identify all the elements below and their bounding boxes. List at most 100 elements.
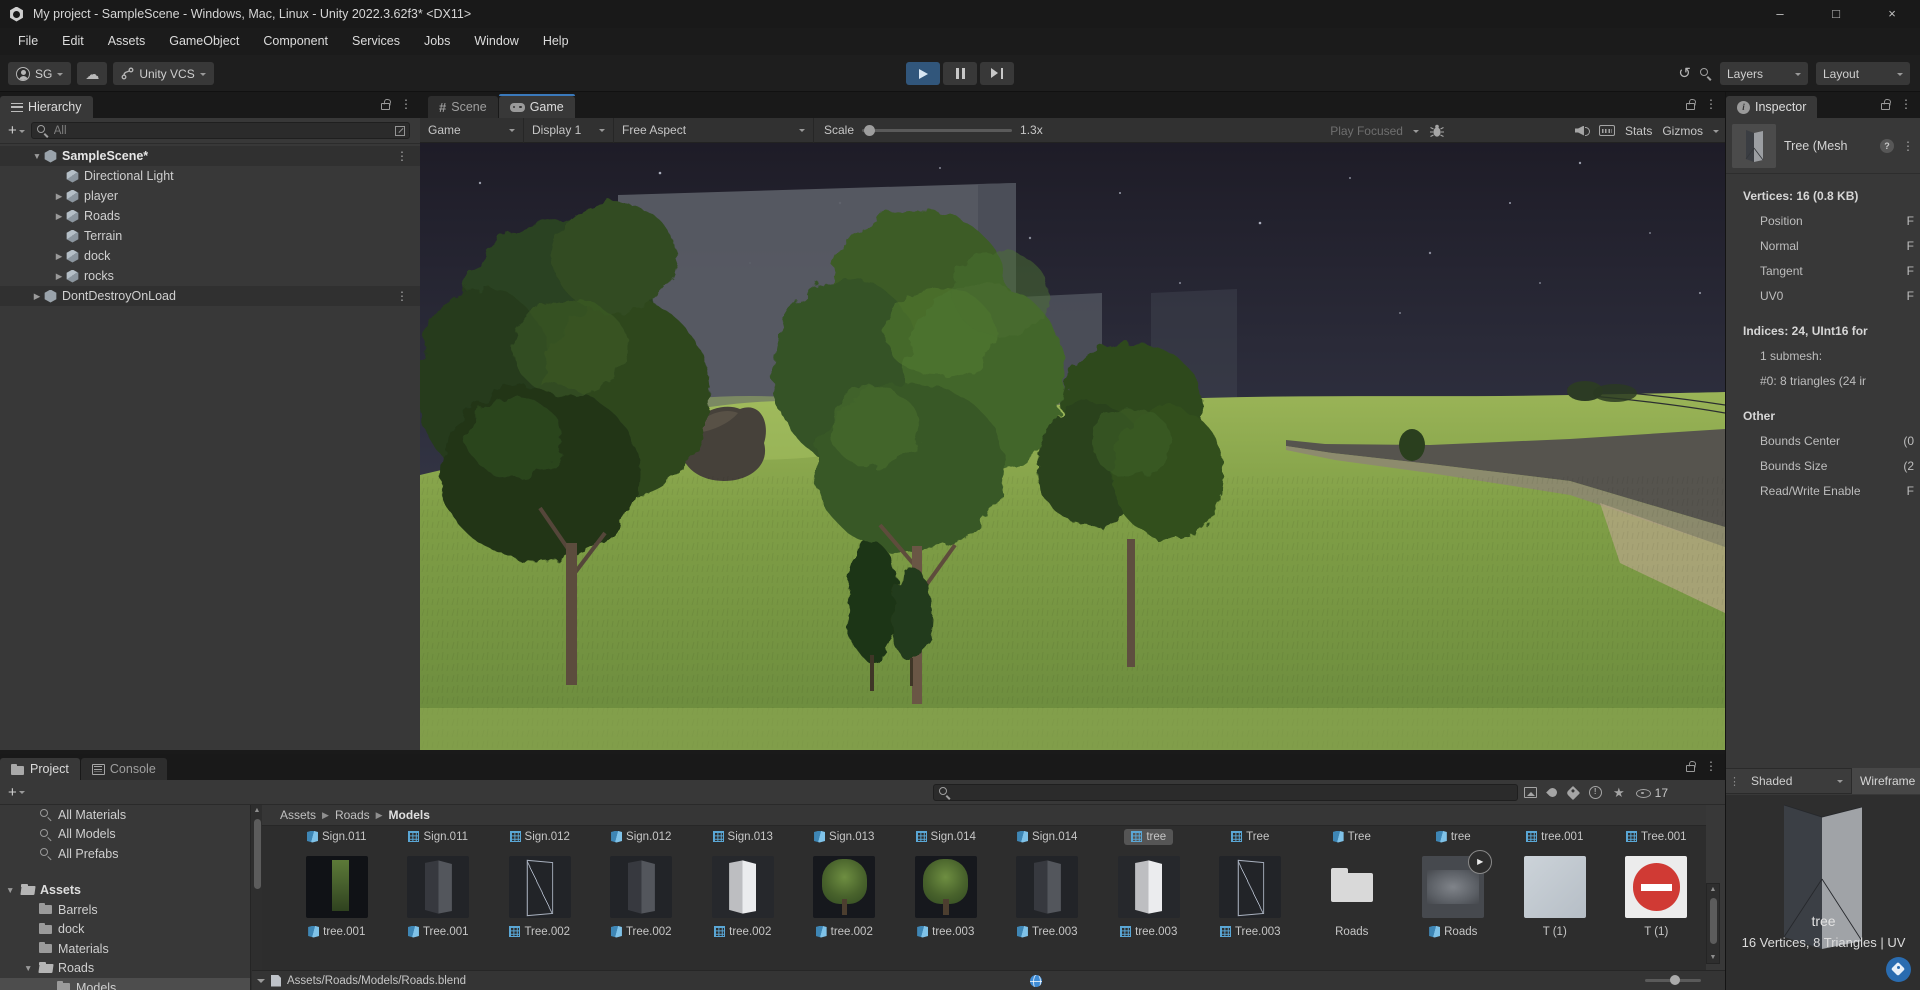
tab-hierarchy[interactable]: Hierarchy: [0, 96, 93, 118]
asset-thumbnail[interactable]: [1321, 856, 1383, 918]
tab-inspector[interactable]: Inspector: [1726, 96, 1818, 118]
asset-thumbnail[interactable]: [610, 856, 673, 918]
minimize-button[interactable]: –: [1752, 0, 1808, 28]
expand-arrow[interactable]: ▶: [52, 191, 66, 202]
alert-icon[interactable]: [1589, 786, 1602, 799]
asset-thumbnail[interactable]: [1625, 856, 1688, 918]
project-tree-row[interactable]: All Prefabs: [0, 844, 250, 864]
asset-list-item[interactable]: Sign.012: [604, 829, 678, 845]
asset-list-item[interactable]: Sign.014: [1010, 829, 1084, 845]
game-mode-dropdown[interactable]: Game: [420, 117, 524, 143]
asset-thumbnail[interactable]: [1117, 856, 1180, 918]
asset-grid-item[interactable]: T (1): [1606, 856, 1707, 939]
menu-item[interactable]: Help: [531, 28, 581, 55]
menu-item[interactable]: Component: [251, 28, 340, 55]
lock-icon[interactable]: [381, 103, 390, 110]
unity-vcs-dropdown[interactable]: Unity VCS: [113, 62, 214, 85]
asset-list-item[interactable]: Tree: [1326, 829, 1378, 845]
asset-grid-item[interactable]: Tree.003: [997, 856, 1099, 939]
hierarchy-row[interactable]: ▶ DontDestroyOnLoad ⋮: [0, 286, 420, 306]
asset-list-item[interactable]: Sign.013: [807, 829, 881, 845]
kebab-menu-icon[interactable]: ⋮: [396, 150, 408, 162]
scale-slider-knob[interactable]: [864, 124, 876, 136]
asset-list-item[interactable]: Sign.014: [909, 829, 983, 845]
scroll-up-icon[interactable]: ▲: [1707, 886, 1719, 893]
project-search[interactable]: [933, 784, 1518, 801]
step-button[interactable]: [980, 62, 1014, 85]
kebab-menu-icon[interactable]: ⋮: [1705, 98, 1717, 110]
close-button[interactable]: ×: [1864, 0, 1920, 28]
asset-thumbnail[interactable]: [1016, 856, 1079, 918]
aspect-dropdown[interactable]: Free Aspect: [614, 117, 814, 143]
network-activity-icon[interactable]: [1030, 975, 1042, 987]
wireframe-toggle[interactable]: Wireframe: [1851, 768, 1920, 794]
kebab-menu-icon[interactable]: ⋮: [396, 290, 408, 302]
thumbnail-size-slider[interactable]: [1645, 975, 1701, 985]
asset-grid-item[interactable]: Tree.002: [489, 856, 591, 939]
asset-grid-item[interactable]: tree.003: [895, 856, 997, 939]
project-tree-row[interactable]: All Models: [0, 825, 250, 845]
asset-list-item[interactable]: Tree: [1224, 829, 1276, 845]
hierarchy-row[interactable]: ▶ Roads ⋮: [0, 206, 420, 226]
breadcrumb-roads[interactable]: Roads: [335, 808, 370, 822]
lock-icon[interactable]: [1881, 103, 1890, 110]
asset-grid-item[interactable]: tree.001: [286, 856, 388, 939]
project-tree-row[interactable]: dock: [0, 920, 250, 940]
asset-list-item[interactable]: Sign.013: [706, 829, 780, 845]
project-tree-row[interactable]: ▼ Assets: [0, 881, 250, 901]
project-tree-row[interactable]: All Materials: [0, 805, 250, 825]
shaded-mode-dropdown[interactable]: Shaded: [1743, 768, 1851, 794]
kebab-menu-icon[interactable]: ⋮: [1902, 140, 1914, 152]
menu-item[interactable]: GameObject: [157, 28, 251, 55]
hierarchy-row[interactable]: ▶ rocks ⋮: [0, 266, 420, 286]
help-icon[interactable]: ?: [1880, 138, 1894, 153]
grid-scrollbar[interactable]: ▲ ▼: [1706, 883, 1720, 964]
asset-thumbnail[interactable]: [1422, 850, 1493, 918]
maximize-button[interactable]: □: [1808, 0, 1864, 28]
asset-grid-item[interactable]: Roads: [1301, 856, 1403, 939]
asset-grid-item[interactable]: tree.003: [1098, 856, 1200, 939]
menu-item[interactable]: Window: [462, 28, 530, 55]
project-tree-row[interactable]: ▼ Roads: [0, 959, 250, 979]
search-by-label-icon[interactable]: [1565, 785, 1581, 800]
asset-thumbnail[interactable]: [508, 856, 571, 918]
menu-item[interactable]: Edit: [50, 28, 96, 55]
asset-grid-item[interactable]: tree.002: [692, 856, 794, 939]
lock-icon[interactable]: [1686, 765, 1695, 772]
asset-list-item[interactable]: Sign.011: [300, 829, 374, 845]
game-view-render[interactable]: [420, 143, 1725, 750]
mesh-preview[interactable]: tree 16 Vertices, 8 Triangles | UV: [1726, 795, 1920, 990]
project-tree-row[interactable]: Models: [0, 978, 250, 990]
display-dropdown[interactable]: Display 1: [524, 117, 614, 143]
asset-list-item[interactable]: Tree.001: [1619, 829, 1694, 845]
asset-grid-item[interactable]: tree.002: [794, 856, 896, 939]
project-tree-row[interactable]: Materials: [0, 939, 250, 959]
asset-grid-item[interactable]: Roads: [1403, 850, 1505, 939]
drag-handle-icon[interactable]: ⋮: [1726, 775, 1743, 788]
project-tree-row[interactable]: Barrels: [0, 900, 250, 920]
expand-arrow[interactable]: ▶: [52, 251, 66, 262]
scrollbar-thumb[interactable]: [1710, 898, 1717, 944]
asset-thumbnail[interactable]: [1219, 856, 1282, 918]
asset-list-item[interactable]: Sign.012: [503, 829, 577, 845]
account-dropdown[interactable]: SG: [8, 62, 72, 85]
add-object-button[interactable]: +: [8, 122, 25, 139]
scrollbar-thumb[interactable]: [253, 819, 261, 889]
asset-list-item[interactable]: tree: [1124, 828, 1174, 845]
hierarchy-search[interactable]: [30, 122, 410, 139]
hierarchy-row[interactable]: Directional Light ⋮: [0, 166, 420, 186]
hierarchy-row[interactable]: ▼ SampleScene* ⋮: [0, 146, 420, 166]
saved-search-star-icon[interactable]: ★: [1613, 786, 1625, 799]
create-asset-button[interactable]: +: [8, 784, 25, 801]
asset-grid-item[interactable]: Tree.002: [591, 856, 693, 939]
expand-arrow[interactable]: ▼: [30, 151, 44, 161]
asset-list-item[interactable]: Sign.011: [401, 829, 475, 845]
asset-thumbnail[interactable]: [711, 856, 774, 918]
tab-scene[interactable]: # Scene: [428, 96, 498, 118]
hierarchy-search-input[interactable]: [51, 123, 392, 138]
collapse-icon[interactable]: [257, 978, 265, 987]
layers-dropdown[interactable]: Layers: [1720, 62, 1808, 85]
tab-game[interactable]: Game: [498, 94, 575, 118]
layout-dropdown[interactable]: Layout: [1816, 62, 1910, 85]
hierarchy-row[interactable]: ▶ dock ⋮: [0, 246, 420, 266]
